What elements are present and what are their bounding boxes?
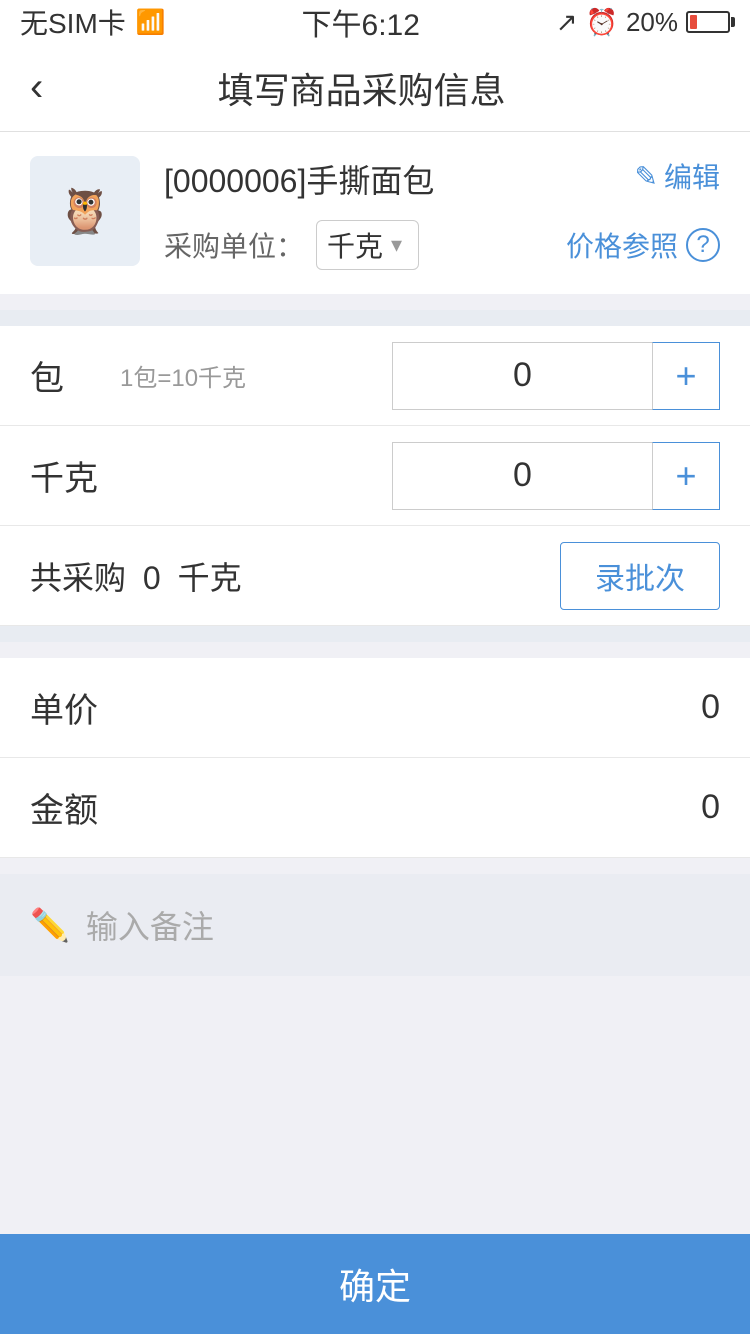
unit-select[interactable]: 千克 ▾ (316, 220, 419, 270)
confirm-button[interactable]: 确定 (0, 1234, 750, 1334)
divider-1 (0, 310, 750, 326)
unit-selector-group: 采购单位： 千克 ▾ (164, 220, 419, 270)
battery-percent: 20% (626, 7, 678, 38)
nav-bar: ‹ 填写商品采购信息 (0, 44, 750, 132)
alarm-icon: ⏰ (586, 7, 618, 38)
battery-fill (690, 15, 697, 29)
price-ref-label: 价格参照 (566, 225, 678, 265)
notes-section[interactable]: ✏️ 输入备注 (0, 874, 750, 976)
kilo-plus-button[interactable]: + (652, 442, 720, 510)
product-thumbnail-icon: 🦉 (58, 185, 113, 237)
page-title: 填写商品采购信息 (63, 62, 660, 114)
back-button[interactable]: ‹ (30, 65, 63, 110)
unit-dropdown-icon: ▾ (391, 232, 402, 258)
price-ref-button[interactable]: 价格参照 ? (566, 225, 720, 265)
bao-input[interactable] (392, 342, 652, 410)
amount-row: 金额 0 (0, 758, 750, 858)
edit-label: 编辑 (664, 156, 720, 196)
product-name: [0000006]手撕面包 (164, 156, 434, 202)
unit-price-label: 单价 (30, 683, 98, 732)
edit-button[interactable]: ✎ 编辑 (635, 156, 720, 196)
input-section: 包 1包=10千克 + 千克 + 共采购 0 千克 录批次 (0, 326, 750, 626)
kilo-label: 千克 (30, 451, 110, 500)
location-icon: ↗ (556, 7, 578, 38)
product-name-row: [0000006]手撕面包 ✎ 编辑 (164, 156, 720, 202)
product-card: 🦉 [0000006]手撕面包 ✎ 编辑 采购单位： 千克 ▾ 价格参照 ? (0, 132, 750, 294)
purchase-unit-row: 采购单位： 千克 ▾ 价格参照 ? (164, 220, 720, 270)
summary-prefix: 共采购 (30, 560, 126, 596)
bao-plus-button[interactable]: + (652, 342, 720, 410)
carrier-label: 无SIM卡 (20, 2, 126, 42)
unit-value: 千克 (327, 225, 383, 265)
bao-label: 包 (30, 351, 110, 400)
product-image: 🦉 (30, 156, 140, 266)
amount-label: 金额 (30, 783, 98, 832)
kilo-input-row: 千克 + (0, 426, 750, 526)
status-right: ↗ ⏰ 20% (556, 7, 730, 38)
kilo-input[interactable] (392, 442, 652, 510)
batch-button[interactable]: 录批次 (560, 542, 720, 610)
summary-unit: 千克 (178, 560, 242, 596)
kilo-input-right: + (392, 442, 720, 510)
bao-sub: 1包=10千克 (120, 358, 246, 393)
summary-text-group: 共采购 0 千克 (30, 553, 242, 599)
summary-value: 0 (143, 560, 161, 596)
status-bar: 无SIM卡 📶 下午6:12 ↗ ⏰ 20% (0, 0, 750, 44)
help-icon: ? (686, 228, 720, 262)
price-section: 单价 0 金额 0 (0, 658, 750, 858)
edit-icon: ✎ (635, 160, 658, 193)
battery-icon (686, 11, 730, 33)
purchase-unit-label: 采购单位： (164, 225, 304, 265)
summary-row: 共采购 0 千克 录批次 (0, 526, 750, 626)
status-time: 下午6:12 (302, 0, 420, 44)
wifi-icon: 📶 (136, 8, 166, 37)
unit-price-row: 单价 0 (0, 658, 750, 758)
status-left: 无SIM卡 📶 (20, 2, 166, 42)
unit-price-value: 0 (701, 688, 720, 727)
notes-placeholder: 输入备注 (86, 902, 214, 948)
product-info: [0000006]手撕面包 ✎ 编辑 采购单位： 千克 ▾ 价格参照 ? (164, 156, 720, 270)
amount-value: 0 (701, 788, 720, 827)
bao-input-row: 包 1包=10千克 + (0, 326, 750, 426)
divider-2 (0, 626, 750, 642)
bao-input-right: + (392, 342, 720, 410)
pencil-icon: ✏️ (30, 906, 70, 944)
